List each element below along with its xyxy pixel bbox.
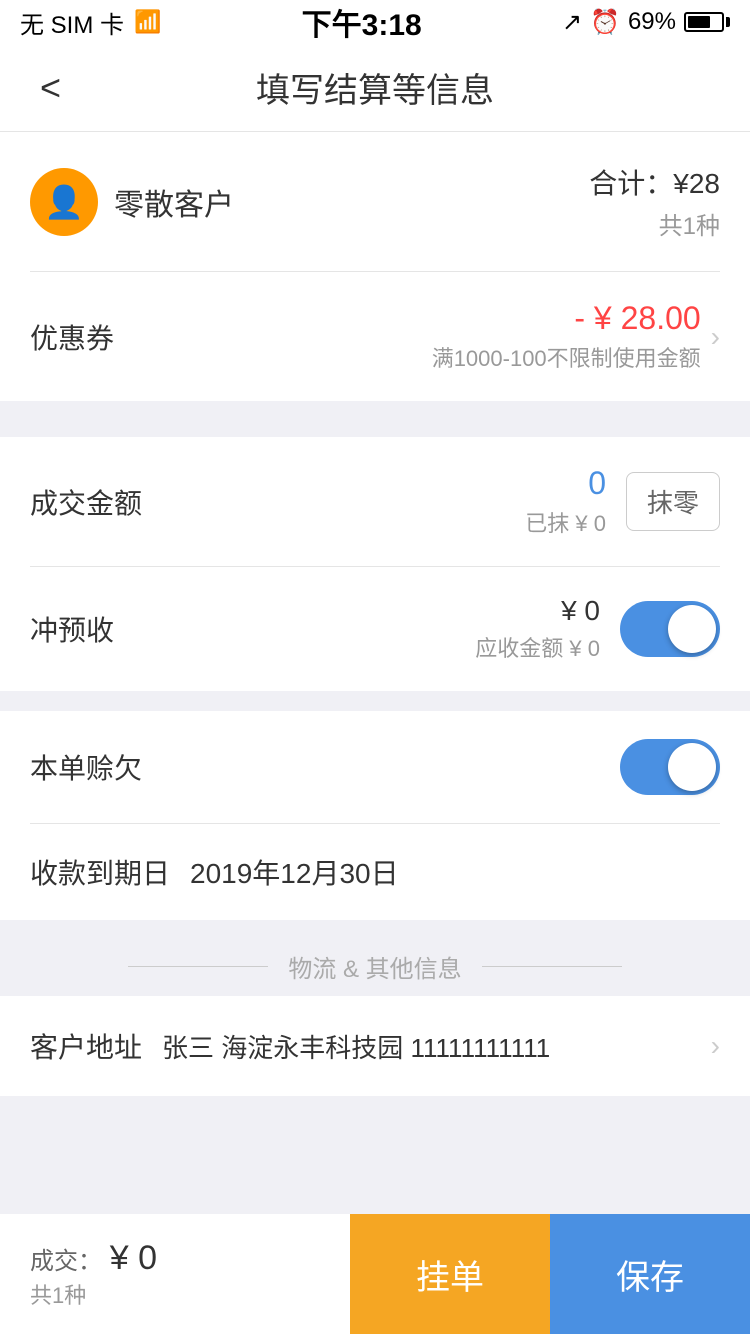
customer-row: 👤 零散客户 合计：¥28 共1种 (0, 132, 750, 271)
location-icon: ↗ (562, 8, 582, 37)
amount-rounded-label: 已抹 ¥ 0 (525, 506, 606, 538)
back-button[interactable]: < (30, 57, 71, 119)
debt-toggle-knob (668, 743, 716, 791)
logistics-separator: 物流 & 其他信息 (0, 936, 750, 996)
alarm-icon: ⏰ (590, 8, 620, 37)
content: 👤 零散客户 合计：¥28 共1种 优惠券 - ¥ 28.00 满1000-10… (0, 132, 750, 1242)
bottom-left: 成交： ¥ 0 共1种 (0, 1239, 350, 1310)
round-button[interactable]: 抹零 (626, 472, 720, 531)
avatar-icon: 👤 (44, 183, 84, 221)
wifi-icon: 📶 (134, 9, 161, 35)
customer-total: 合计：¥28 (589, 162, 720, 202)
amount-section: 成交金额 0 已抹 ¥ 0 抹零 冲预收 ¥ 0 应收金额 ¥ 0 (0, 437, 750, 691)
logistics-title: 物流 & 其他信息 (128, 949, 621, 984)
amount-value: 0 (525, 465, 606, 502)
coupon-label: 优惠券 (30, 317, 114, 357)
customer-name: 零散客户 (114, 180, 234, 224)
avatar: 👤 (30, 168, 98, 236)
debt-section: 本单赊欠 收款到期日 2019年12月30日 (0, 711, 750, 920)
debt-toggle[interactable] (620, 739, 720, 795)
amount-row: 成交金额 0 已抹 ¥ 0 抹零 (0, 437, 750, 566)
status-time: 下午3:18 (302, 0, 422, 44)
gray-separator-2 (0, 691, 750, 711)
coupon-right-inner: - ¥ 28.00 满1000-100不限制使用金额 (432, 300, 701, 373)
battery-icon (684, 12, 730, 32)
gray-separator-1 (0, 417, 750, 437)
debt-label: 本单赊欠 (30, 747, 142, 787)
address-section: 客户地址 张三 海淀永丰科技园 11111111111 › (0, 996, 750, 1096)
bottom-deal-label: 成交： (30, 1248, 102, 1275)
save-button[interactable]: 保存 (550, 1214, 750, 1334)
status-right: ↗ ⏰ 69% (562, 8, 730, 37)
bottom-deal-row: 成交： ¥ 0 (30, 1239, 320, 1278)
customer-section: 👤 零散客户 合计：¥28 共1种 优惠券 - ¥ 28.00 满1000-10… (0, 132, 750, 401)
page-title: 填写结算等信息 (256, 63, 494, 112)
nav-bar: < 填写结算等信息 (0, 44, 750, 132)
precharge-value: ¥ 0 (475, 595, 600, 627)
bottom-deal-value: ¥ 0 (110, 1239, 157, 1277)
bottom-bar: 成交： ¥ 0 共1种 挂单 保存 (0, 1214, 750, 1334)
address-label: 客户地址 (30, 1026, 142, 1066)
precharge-right: ¥ 0 应收金额 ¥ 0 (475, 595, 720, 663)
address-value: 张三 海淀永丰科技园 11111111111 (162, 1028, 711, 1065)
precharge-sub: 应收金额 ¥ 0 (475, 631, 600, 663)
battery-percent: 69% (628, 8, 676, 36)
customer-right: 合计：¥28 共1种 (589, 162, 720, 241)
customer-left: 👤 零散客户 (30, 168, 234, 236)
precharge-label: 冲预收 (30, 609, 114, 649)
duedate-value: 2019年12月30日 (190, 852, 399, 892)
hold-button[interactable]: 挂单 (350, 1214, 550, 1334)
precharge-row: 冲预收 ¥ 0 应收金额 ¥ 0 (0, 567, 750, 691)
chevron-right-icon: › (711, 321, 720, 353)
logistics-title-text: 物流 & 其他信息 (288, 949, 461, 984)
amount-right-inner: 0 已抹 ¥ 0 (525, 465, 606, 538)
amount-right: 0 已抹 ¥ 0 抹零 (525, 465, 720, 538)
status-bar: 无 SIM 卡 📶 下午3:18 ↗ ⏰ 69% (0, 0, 750, 44)
address-chevron-icon: › (711, 1030, 720, 1062)
coupon-right: - ¥ 28.00 满1000-100不限制使用金额 › (432, 300, 720, 373)
debt-row: 本单赊欠 (0, 711, 750, 823)
precharge-toggle[interactable] (620, 601, 720, 657)
precharge-right-inner: ¥ 0 应收金额 ¥ 0 (475, 595, 600, 663)
customer-count: 共1种 (589, 206, 720, 241)
coupon-discount: - ¥ 28.00 (432, 300, 701, 337)
coupon-row[interactable]: 优惠券 - ¥ 28.00 满1000-100不限制使用金额 › (0, 272, 750, 401)
status-left: 无 SIM 卡 📶 (20, 5, 161, 40)
coupon-description: 满1000-100不限制使用金额 (432, 341, 701, 373)
bottom-deal-count: 共1种 (30, 1278, 320, 1310)
address-row[interactable]: 客户地址 张三 海淀永丰科技园 11111111111 › (0, 996, 750, 1096)
no-sim-label: 无 SIM 卡 (20, 5, 124, 40)
hold-button-label: 挂单 (416, 1250, 484, 1299)
duedate-label: 收款到期日 (30, 852, 170, 892)
save-button-label: 保存 (616, 1250, 684, 1299)
toggle-knob (668, 605, 716, 653)
amount-label: 成交金额 (30, 482, 142, 522)
duedate-row: 收款到期日 2019年12月30日 (0, 824, 750, 920)
